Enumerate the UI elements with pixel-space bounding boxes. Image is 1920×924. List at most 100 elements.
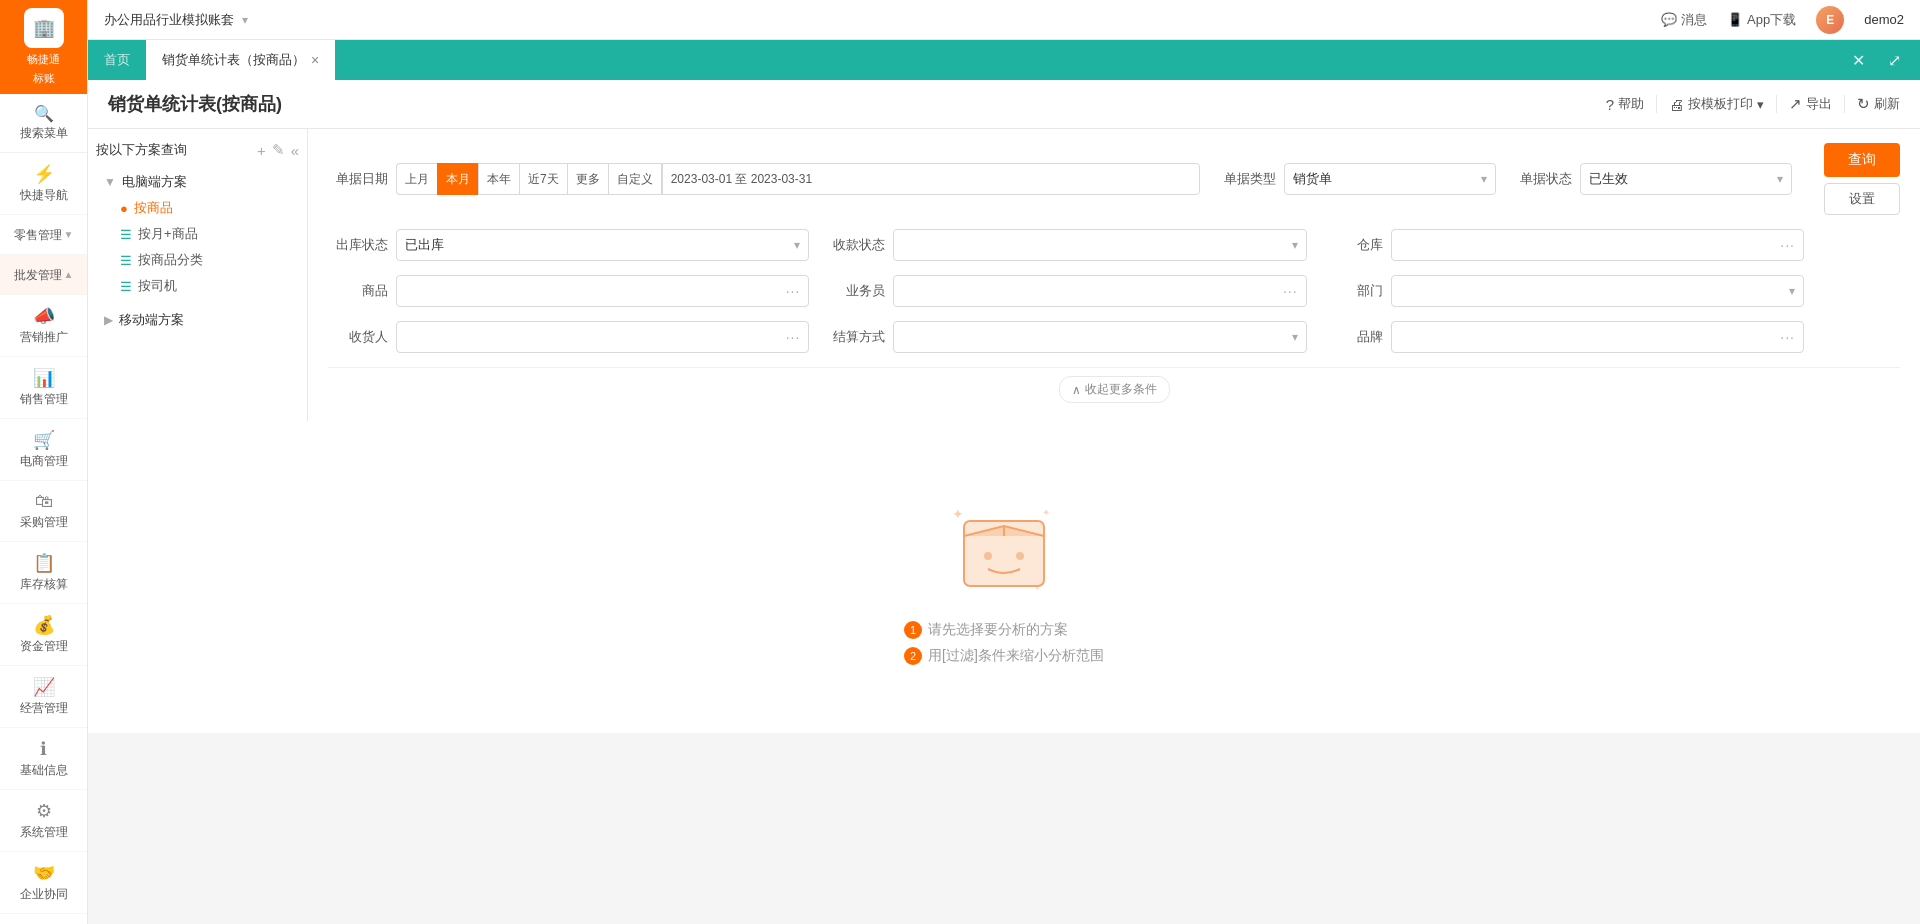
collapse-icon: ∧ xyxy=(1072,383,1081,397)
sales-label: 销售管理 xyxy=(20,391,68,408)
brand-label: 品牌 xyxy=(1323,328,1383,346)
date-btn-last-month[interactable]: 上月 xyxy=(396,163,437,195)
tab-home[interactable]: 首页 xyxy=(88,40,146,80)
brand-dots: ··· xyxy=(1780,329,1795,345)
sidebar-item-wholesale[interactable]: 批发管理 ▲ xyxy=(0,255,87,295)
query-button[interactable]: 查询 xyxy=(1824,143,1900,177)
date-range-input[interactable]: 2023-03-01 至 2023-03-31 xyxy=(662,163,1200,195)
sidebar-item-sales[interactable]: 📊 销售管理 xyxy=(0,357,87,419)
salesman-control[interactable]: ··· xyxy=(893,275,1306,307)
sidebar-item-purchase[interactable]: 🛍 采购管理 xyxy=(0,481,87,542)
sidebar-item-quick-nav[interactable]: ⚡ 快捷导航 xyxy=(0,153,87,215)
by-month-label: 按月+商品 xyxy=(138,225,198,243)
user-name[interactable]: demo2 xyxy=(1864,12,1904,27)
date-range-value: 2023-03-01 至 2023-03-31 xyxy=(671,171,812,188)
filter-payment: 结算方式 ▾ xyxy=(825,321,1306,353)
help-btn[interactable]: ? 帮助 xyxy=(1606,95,1644,113)
svg-point-2 xyxy=(984,552,992,560)
by-driver-label: 按司机 xyxy=(138,277,177,295)
collapse-btn[interactable]: ∧ 收起更多条件 xyxy=(1059,376,1170,403)
date-btn-more[interactable]: 更多 xyxy=(567,163,608,195)
edit-scheme-btn[interactable]: ✎ xyxy=(272,141,285,159)
left-panel-actions: + ✎ « xyxy=(257,141,299,159)
doc-type-value: 销货单 xyxy=(1293,170,1481,188)
query-area: 按以下方案查询 + ✎ « ▼ 电脑端方案 ● 按商品 xyxy=(88,129,1920,421)
svg-text:✦: ✦ xyxy=(1042,507,1050,518)
app-download-label: App下载 xyxy=(1747,11,1796,29)
date-btn-custom[interactable]: 自定义 xyxy=(608,163,662,195)
app-download-icon: 📱 xyxy=(1727,12,1743,27)
recipient-control[interactable]: ··· xyxy=(396,321,809,353)
tree-item-by-category[interactable]: ☰ 按商品分类 xyxy=(112,247,299,273)
print-btn[interactable]: 🖨 按模板打印 ▾ xyxy=(1669,95,1764,113)
out-status-value: 已出库 xyxy=(405,236,794,254)
date-btn-last-7days[interactable]: 近7天 xyxy=(519,163,567,195)
dept-control[interactable]: ▾ xyxy=(1391,275,1804,307)
date-btn-this-year[interactable]: 本年 xyxy=(478,163,519,195)
by-goods-label: 按商品 xyxy=(134,199,173,217)
tree-pc-section[interactable]: ▼ 电脑端方案 xyxy=(96,169,299,195)
tree-item-by-month-goods[interactable]: ☰ 按月+商品 xyxy=(112,221,299,247)
sidebar-item-inventory[interactable]: 📋 库存核算 xyxy=(0,542,87,604)
doc-type-control[interactable]: 销货单 ▾ xyxy=(1284,163,1496,195)
print-icon: 🖨 xyxy=(1669,96,1684,113)
tab-active[interactable]: 销货单统计表（按商品） × xyxy=(146,40,335,80)
sidebar-item-basic-info[interactable]: ℹ 基础信息 xyxy=(0,728,87,790)
filter-receipt-status: 收款状态 ▾ xyxy=(825,229,1306,261)
tab-home-label: 首页 xyxy=(104,51,130,69)
help-label: 帮助 xyxy=(1618,95,1644,113)
doc-status-arrow: ▾ xyxy=(1777,172,1783,186)
brand-control[interactable]: ··· xyxy=(1391,321,1804,353)
header-left: 办公用品行业模拟账套 ▾ xyxy=(104,11,248,29)
empty-step1: 1 请先选择要分析的方案 xyxy=(904,621,1104,639)
sidebar-item-retail[interactable]: 零售管理 ▼ xyxy=(0,215,87,255)
filter-dept: 部门 ▾ xyxy=(1323,275,1804,307)
doc-status-label: 单据状态 xyxy=(1512,170,1572,188)
date-filter-control: 上月 本月 本年 近7天 更多 自定义 2023-03-01 至 2023-03… xyxy=(396,163,1200,195)
sidebar-item-operations[interactable]: 📈 经营管理 xyxy=(0,666,87,728)
tree-item-by-driver[interactable]: ☰ 按司机 xyxy=(112,273,299,299)
svg-text:✦: ✦ xyxy=(1034,584,1041,593)
inventory-label: 库存核算 xyxy=(20,576,68,593)
tab-expand-btn[interactable]: ⤢ xyxy=(1880,46,1908,74)
divider-2 xyxy=(1776,95,1777,113)
doc-status-control[interactable]: 已生效 ▾ xyxy=(1580,163,1792,195)
out-status-arrow: ▾ xyxy=(794,238,800,252)
sidebar-item-enterprise[interactable]: 🤝 企业协同 xyxy=(0,852,87,914)
refresh-btn[interactable]: ↻ 刷新 xyxy=(1857,95,1900,113)
by-driver-icon: ☰ xyxy=(120,279,132,294)
dept-arrow: ▾ xyxy=(1789,284,1795,298)
warehouse-control[interactable]: ··· xyxy=(1391,229,1804,261)
export-btn[interactable]: ↗ 导出 xyxy=(1789,95,1832,113)
setting-button[interactable]: 设置 xyxy=(1824,183,1900,215)
tab-close-all-btn[interactable]: ✕ xyxy=(1844,46,1872,74)
divider-3 xyxy=(1844,95,1845,113)
tab-close-btn[interactable]: × xyxy=(311,52,319,68)
app-download-action[interactable]: 📱 App下载 xyxy=(1727,11,1796,29)
date-btn-this-month[interactable]: 本月 xyxy=(437,163,478,195)
payment-control[interactable]: ▾ xyxy=(893,321,1306,353)
sidebar-item-guide[interactable]: 🎯 新手引导 xyxy=(0,914,87,924)
collapse-panel-btn[interactable]: « xyxy=(291,142,299,159)
header-dropdown-arrow[interactable]: ▾ xyxy=(242,13,248,27)
export-icon: ↗ xyxy=(1789,95,1802,113)
sidebar-logo[interactable]: 🏢 畅捷通 标账 xyxy=(0,0,87,94)
goods-control[interactable]: ··· xyxy=(396,275,809,307)
sidebar-item-ecommerce[interactable]: 🛒 电商管理 xyxy=(0,419,87,481)
sidebar-item-system[interactable]: ⚙ 系统管理 xyxy=(0,790,87,852)
sidebar-search[interactable]: 🔍 搜索菜单 xyxy=(0,94,87,153)
user-avatar[interactable]: E xyxy=(1816,6,1844,34)
receipt-status-control[interactable]: ▾ xyxy=(893,229,1306,261)
message-action[interactable]: 💬 消息 xyxy=(1661,11,1707,29)
filter-row-4: 收货人 ··· 结算方式 ▾ 品牌 xyxy=(328,321,1900,353)
add-scheme-btn[interactable]: + xyxy=(257,142,266,159)
sidebar-item-finance[interactable]: 💰 资金管理 xyxy=(0,604,87,666)
filter-row-2: 出库状态 已出库 ▾ 收款状态 ▾ 仓库 xyxy=(328,229,1900,261)
header-title: 办公用品行业模拟账套 xyxy=(104,11,234,29)
out-status-control[interactable]: 已出库 ▾ xyxy=(396,229,809,261)
tree-children: ● 按商品 ☰ 按月+商品 ☰ 按商品分类 ☰ 按司机 xyxy=(96,195,299,299)
tree-item-by-goods[interactable]: ● 按商品 xyxy=(112,195,299,221)
sidebar-item-marketing[interactable]: 📣 营销推广 xyxy=(0,295,87,357)
enterprise-icon: 🤝 xyxy=(33,862,55,884)
tree-mobile-section[interactable]: ▶ 移动端方案 xyxy=(96,307,299,333)
